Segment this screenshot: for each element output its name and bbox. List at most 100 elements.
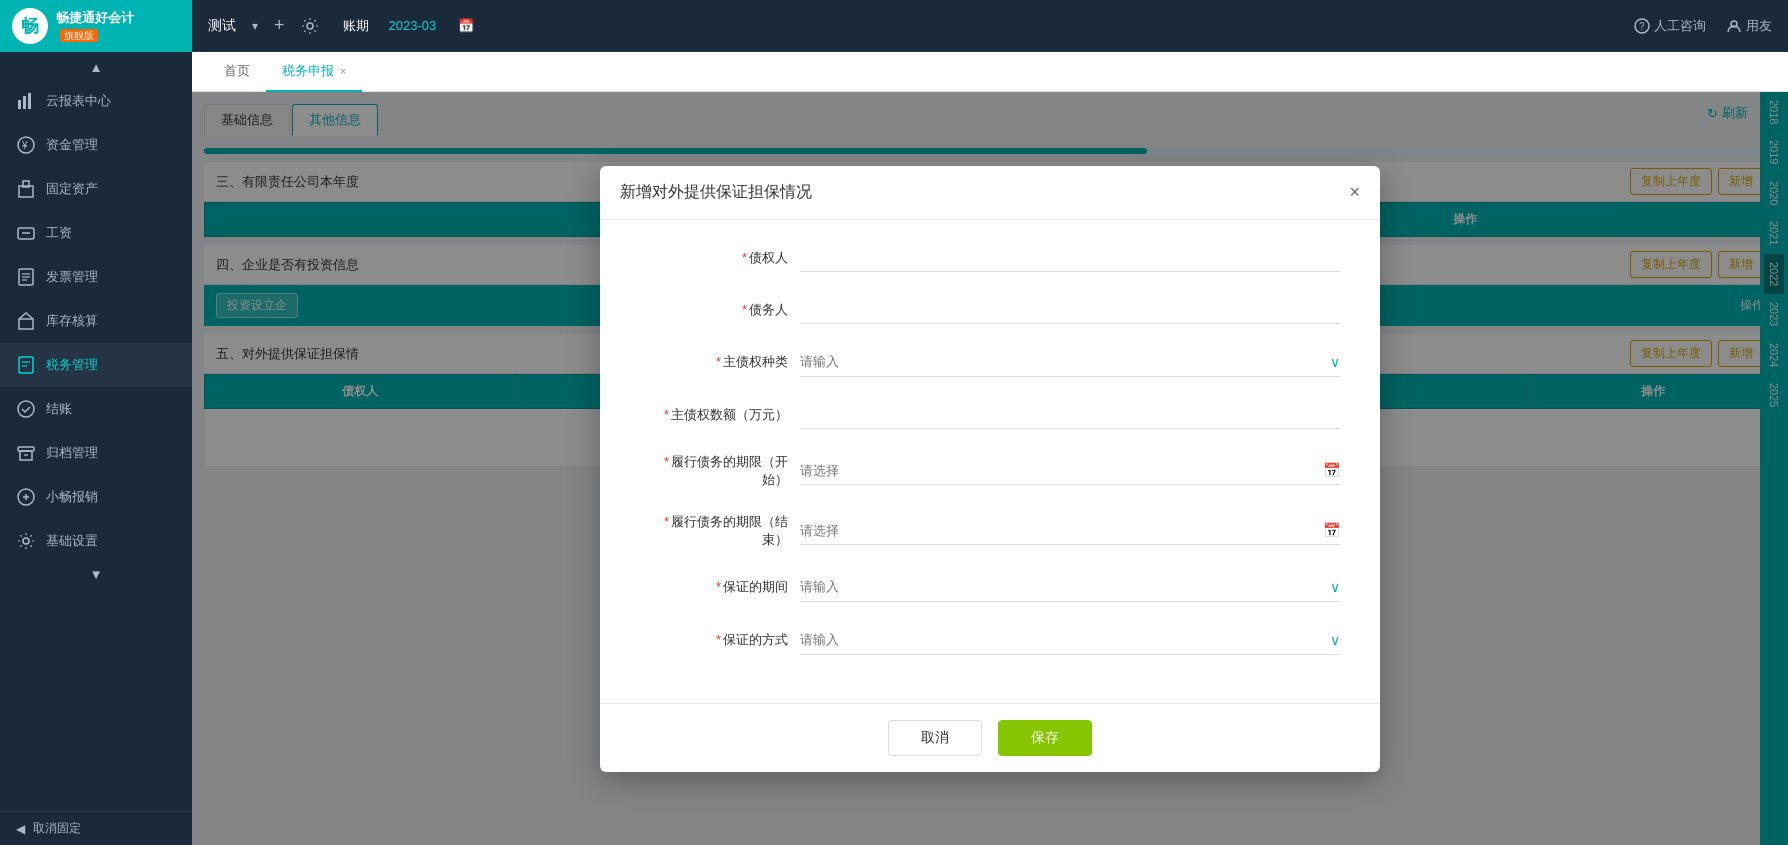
cancel-button[interactable]: 取消 bbox=[888, 720, 982, 756]
period-value: 2023-03 bbox=[389, 18, 437, 33]
sidebar-item-jiezhang[interactable]: 结账 bbox=[0, 387, 192, 431]
company-name: 测试 bbox=[208, 17, 236, 35]
sidebar-item-jichushezhi[interactable]: 基础设置 bbox=[0, 519, 192, 563]
claim-type-input[interactable] bbox=[800, 354, 1330, 369]
chart-icon bbox=[16, 91, 36, 111]
unpin-icon: ◀ bbox=[16, 822, 25, 836]
modal-dialog: 新增对外提供保证担保情况 × *债权人 bbox=[600, 166, 1380, 772]
sidebar-item-gudingzichan[interactable]: 固定资产 bbox=[0, 167, 192, 211]
guarantee-period-input[interactable] bbox=[800, 579, 1330, 594]
guarantee-method-input[interactable] bbox=[800, 632, 1330, 647]
topbar-right: ? 人工咨询 用友 bbox=[1634, 17, 1772, 35]
modal-body: *债权人 *债务人 bbox=[600, 220, 1380, 703]
claim-type-arrow-icon: ∨ bbox=[1330, 354, 1340, 370]
period-end-picker[interactable]: 📅 bbox=[800, 516, 1340, 545]
svg-point-22 bbox=[23, 538, 29, 544]
field-guarantee-method: *保证的方式 ∨ bbox=[640, 626, 1340, 655]
logo: 畅 畅捷通好会计 旗舰版 bbox=[0, 0, 192, 52]
svg-text:?: ? bbox=[1639, 21, 1645, 32]
sidebar-item-yunbao[interactable]: 云报表中心 bbox=[0, 79, 192, 123]
topbar: 测试 ▾ + 账期 2023-03 📅 ? 人工咨询 用友 bbox=[192, 0, 1788, 52]
period-start-picker[interactable]: 📅 bbox=[800, 456, 1340, 485]
help-button[interactable]: ? 人工咨询 bbox=[1634, 17, 1706, 35]
logo-text: 畅捷通好会计 旗舰版 bbox=[56, 9, 134, 43]
svg-point-17 bbox=[18, 401, 34, 417]
unpin-label: 取消固定 bbox=[33, 820, 81, 837]
sidebar-item-gongzi[interactable]: 工资 bbox=[0, 211, 192, 255]
claim-amount-input[interactable] bbox=[800, 401, 1340, 429]
sidebar-item-shuiwu[interactable]: 税务管理 bbox=[0, 343, 192, 387]
sidebar-item-zijin[interactable]: ¥ 资金管理 bbox=[0, 123, 192, 167]
sidebar-scroll-up[interactable]: ▲ bbox=[0, 56, 192, 79]
check-icon bbox=[16, 399, 36, 419]
main-area: 测试 ▾ + 账期 2023-03 📅 ? 人工咨询 用友 首页 bbox=[192, 0, 1788, 845]
field-claim-type-label: *主债权种类 bbox=[640, 353, 800, 371]
debtor-input[interactable] bbox=[800, 296, 1340, 324]
sidebar-item-fapiao[interactable]: 发票管理 bbox=[0, 255, 192, 299]
tab-shuiwu[interactable]: 税务申报 × bbox=[266, 52, 362, 92]
modal-footer: 取消 保存 bbox=[600, 703, 1380, 772]
tab-close-icon[interactable]: × bbox=[340, 65, 346, 77]
money-icon: ¥ bbox=[16, 135, 36, 155]
period-calendar-icon[interactable]: 📅 bbox=[458, 18, 474, 33]
settings-gear-icon[interactable] bbox=[301, 17, 319, 35]
box-icon bbox=[16, 311, 36, 331]
field-period-end-label: *履行债务的期限（结束） bbox=[640, 513, 800, 549]
modal-title: 新增对外提供保证担保情况 bbox=[620, 182, 812, 203]
save-button[interactable]: 保存 bbox=[998, 720, 1092, 756]
guarantee-period-select[interactable]: ∨ bbox=[800, 573, 1340, 602]
sidebar-item-label: 发票管理 bbox=[46, 268, 98, 286]
creditor-input[interactable] bbox=[800, 244, 1340, 272]
svg-text:¥: ¥ bbox=[21, 140, 28, 151]
page-content: ↻ 刷新 基础信息 其他信息 三、有限责任公司本年度 复制上年度 bbox=[192, 92, 1788, 845]
guarantee-method-arrow-icon: ∨ bbox=[1330, 632, 1340, 648]
sidebar-item-label: 固定资产 bbox=[46, 180, 98, 198]
sidebar-item-label: 归档管理 bbox=[46, 444, 98, 462]
period-label: 账期 bbox=[343, 17, 369, 35]
calendar-start-icon: 📅 bbox=[1323, 462, 1340, 478]
field-claim-type: *主债权种类 ∨ bbox=[640, 348, 1340, 377]
svg-rect-1 bbox=[23, 96, 26, 109]
field-period-end: *履行债务的期限（结束） 📅 bbox=[640, 513, 1340, 549]
sidebar-item-label: 库存核算 bbox=[46, 312, 98, 330]
field-claim-amount-label: *主债权数额（万元） bbox=[640, 406, 800, 424]
sidebar-item-label: 工资 bbox=[46, 224, 72, 242]
invoice-icon bbox=[16, 267, 36, 287]
logo-icon: 畅 bbox=[12, 8, 48, 44]
sidebar-scroll-down[interactable]: ▼ bbox=[0, 563, 192, 586]
user-button[interactable]: 用友 bbox=[1726, 17, 1772, 35]
sidebar-item-xiaochang[interactable]: 小畅报销 bbox=[0, 475, 192, 519]
sidebar-item-label: 结账 bbox=[46, 400, 72, 418]
sidebar-item-label: 小畅报销 bbox=[46, 488, 98, 506]
add-company-button[interactable]: + bbox=[274, 15, 285, 36]
period-end-input[interactable] bbox=[800, 523, 1323, 538]
sidebar-item-label: 基础设置 bbox=[46, 532, 98, 550]
settings-icon bbox=[16, 531, 36, 551]
sidebar-unpin[interactable]: ◀ 取消固定 bbox=[0, 811, 192, 845]
calendar-end-icon: 📅 bbox=[1323, 522, 1340, 538]
field-claim-amount: *主债权数额（万元） bbox=[640, 401, 1340, 429]
modal-overlay: 新增对外提供保证担保情况 × *债权人 bbox=[192, 92, 1788, 845]
field-period-start-label: *履行债务的期限（开始） bbox=[640, 453, 800, 489]
field-guarantee-method-label: *保证的方式 bbox=[640, 631, 800, 649]
svg-point-23 bbox=[307, 23, 313, 29]
tab-home[interactable]: 首页 bbox=[208, 52, 266, 92]
svg-rect-13 bbox=[19, 319, 33, 329]
period-start-input[interactable] bbox=[800, 463, 1323, 478]
field-guarantee-period-label: *保证的期间 bbox=[640, 578, 800, 596]
sidebar-item-guidang[interactable]: 归档管理 bbox=[0, 431, 192, 475]
field-creditor: *债权人 bbox=[640, 244, 1340, 272]
guarantee-method-select[interactable]: ∨ bbox=[800, 626, 1340, 655]
archive-icon bbox=[16, 443, 36, 463]
sidebar-item-kucun[interactable]: 库存核算 bbox=[0, 299, 192, 343]
sidebar: 畅 畅捷通好会计 旗舰版 ▲ 云报表中心 ¥ 资金管理 bbox=[0, 0, 192, 845]
field-creditor-label: *债权人 bbox=[640, 249, 800, 267]
claim-type-select[interactable]: ∨ bbox=[800, 348, 1340, 377]
svg-rect-14 bbox=[19, 357, 33, 373]
field-period-start: *履行债务的期限（开始） 📅 bbox=[640, 453, 1340, 489]
modal-close-button[interactable]: × bbox=[1349, 183, 1360, 201]
sidebar-item-label: 云报表中心 bbox=[46, 92, 111, 110]
wage-icon bbox=[16, 223, 36, 243]
company-dropdown-icon[interactable]: ▾ bbox=[252, 19, 258, 33]
sidebar-nav: ▲ 云报表中心 ¥ 资金管理 固定资产 bbox=[0, 52, 192, 811]
